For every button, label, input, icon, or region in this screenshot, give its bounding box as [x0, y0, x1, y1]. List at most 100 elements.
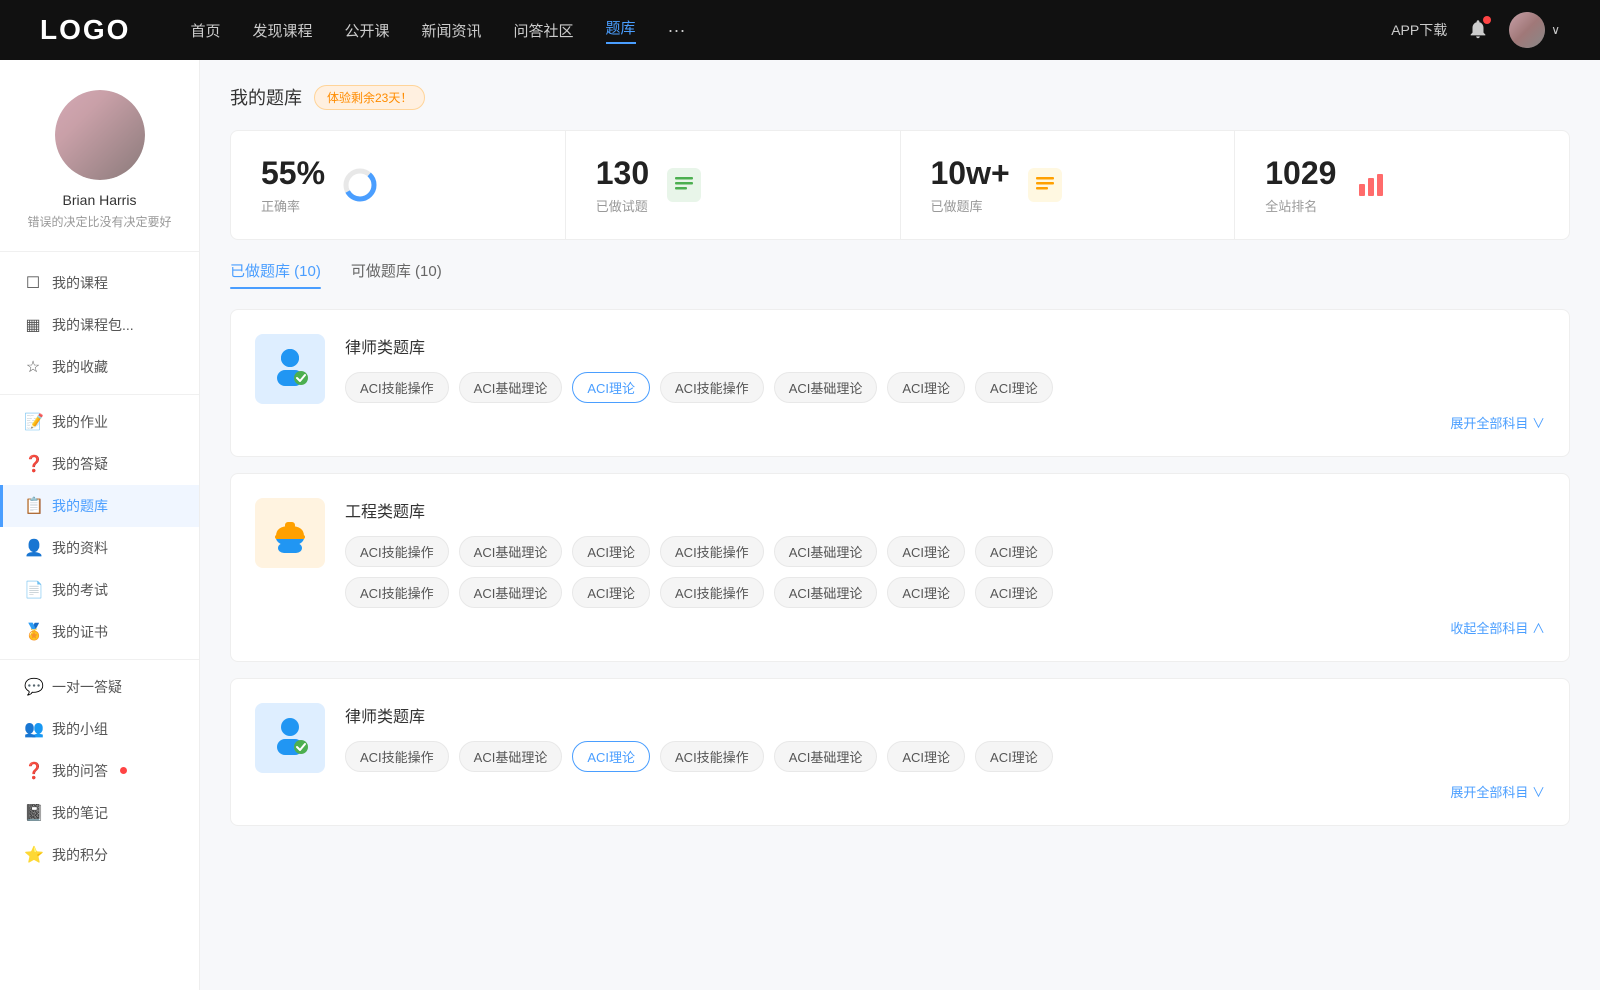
list-green-icon — [665, 166, 703, 204]
notification-bell[interactable] — [1467, 18, 1489, 43]
tag-item[interactable]: ACI技能操作 — [345, 577, 449, 608]
bank-content: 律师类题库 ACI技能操作 ACI基础理论 ACI理论 ACI技能操作 ACI基… — [345, 703, 1545, 801]
favorites-icon: ☆ — [24, 357, 42, 377]
avatar-image — [55, 90, 145, 180]
bank-card-header: 律师类题库 ACI技能操作 ACI基础理论 ACI理论 ACI技能操作 ACI基… — [255, 703, 1545, 801]
tags-row-1: ACI技能操作 ACI基础理论 ACI理论 ACI技能操作 ACI基础理论 AC… — [345, 536, 1545, 567]
sidebar-item-my-questions[interactable]: ❓ 我的答疑 — [0, 443, 199, 485]
sidebar-item-one-on-one[interactable]: 💬 一对一答疑 — [0, 666, 199, 708]
nav-news[interactable]: 新闻资讯 — [422, 20, 482, 41]
one-on-one-icon: 💬 — [24, 677, 42, 697]
main-content: 我的题库 体验剩余23天！ 55% 正确率 — [200, 60, 1600, 990]
expand-button[interactable]: 展开全部科目 ∨ — [345, 413, 1545, 432]
tag-item[interactable]: ACI技能操作 — [660, 536, 764, 567]
nav-discover[interactable]: 发现课程 — [252, 20, 312, 41]
sidebar-label: 我的课程 — [52, 273, 108, 293]
tag-item-active[interactable]: ACI理论 — [572, 372, 650, 403]
tab-available-banks[interactable]: 可做题库 (10) — [351, 260, 442, 289]
sidebar-label: 我的积分 — [52, 845, 108, 865]
sidebar-item-my-favorites[interactable]: ☆ 我的收藏 — [0, 346, 199, 388]
tag-item[interactable]: ACI基础理论 — [459, 372, 563, 403]
bank-card-lawyer-1: 律师类题库 ACI技能操作 ACI基础理论 ACI理论 ACI技能操作 ACI基… — [230, 309, 1570, 457]
tag-item[interactable]: ACI理论 — [887, 372, 965, 403]
tag-item[interactable]: ACI理论 — [975, 577, 1053, 608]
qa-icon: ❓ — [24, 761, 42, 781]
packages-icon: ▦ — [24, 315, 42, 335]
tag-item-active[interactable]: ACI理论 — [572, 741, 650, 772]
sidebar-divider — [0, 394, 199, 395]
sidebar-label: 我的题库 — [52, 496, 108, 516]
sidebar-item-my-qa[interactable]: ❓ 我的问答 — [0, 750, 199, 792]
sidebar-label: 一对一答疑 — [52, 677, 122, 697]
chevron-down-icon: ∨ — [1551, 23, 1560, 37]
tag-item[interactable]: ACI理论 — [572, 577, 650, 608]
tags-row-2: ACI技能操作 ACI基础理论 ACI理论 ACI技能操作 ACI基础理论 AC… — [345, 577, 1545, 608]
nav-opencourse[interactable]: 公开课 — [344, 20, 389, 41]
tag-item[interactable]: ACI技能操作 — [660, 372, 764, 403]
tag-item[interactable]: ACI理论 — [572, 536, 650, 567]
user-avatar-wrap[interactable]: ∨ — [1509, 12, 1560, 48]
tag-item[interactable]: ACI理论 — [975, 536, 1053, 567]
tag-item[interactable]: ACI基础理论 — [774, 372, 878, 403]
tag-item[interactable]: ACI理论 — [887, 536, 965, 567]
sidebar-label: 我的答疑 — [52, 454, 108, 474]
bank-title: 律师类题库 — [345, 703, 1545, 727]
profile-icon: 👤 — [24, 538, 42, 558]
bar-chart-rank-icon — [1352, 166, 1390, 204]
group-icon: 👥 — [24, 719, 42, 739]
tab-done-banks[interactable]: 已做题库 (10) — [230, 260, 321, 289]
sidebar-label: 我的课程包... — [52, 315, 134, 335]
sidebar-item-my-group[interactable]: 👥 我的小组 — [0, 708, 199, 750]
stat-site-rank-value: 1029 — [1265, 155, 1336, 192]
questionbank-icon: 📋 — [24, 496, 42, 516]
sidebar-item-my-points[interactable]: ⭐ 我的积分 — [0, 834, 199, 876]
tag-item[interactable]: ACI技能操作 — [345, 741, 449, 772]
logo: LOGO — [40, 14, 130, 46]
tag-item[interactable]: ACI基础理论 — [459, 577, 563, 608]
tag-item[interactable]: ACI基础理论 — [774, 536, 878, 567]
nav-questionbank[interactable]: 题库 — [606, 17, 636, 44]
trial-badge: 体验剩余23天！ — [314, 85, 425, 110]
tag-item[interactable]: ACI技能操作 — [345, 536, 449, 567]
expand-button-2[interactable]: 展开全部科目 ∨ — [345, 782, 1545, 801]
sidebar-item-my-homework[interactable]: 📝 我的作业 — [0, 401, 199, 443]
sidebar-item-my-packages[interactable]: ▦ 我的课程包... — [0, 304, 199, 346]
tag-item[interactable]: ACI技能操作 — [345, 372, 449, 403]
tag-item[interactable]: ACI理论 — [975, 741, 1053, 772]
sidebar-label: 我的问答 — [52, 761, 108, 781]
tag-item[interactable]: ACI技能操作 — [660, 741, 764, 772]
nav-home[interactable]: 首页 — [190, 20, 220, 41]
tag-item[interactable]: ACI基础理论 — [774, 741, 878, 772]
notification-dot — [1483, 16, 1491, 24]
stat-accuracy-value: 55% — [261, 155, 325, 192]
homework-icon: 📝 — [24, 412, 42, 432]
user-avatar — [1509, 12, 1545, 48]
collapse-button[interactable]: 收起全部科目 ∧ — [345, 618, 1545, 637]
tag-item[interactable]: ACI理论 — [887, 577, 965, 608]
stat-done-questions-value: 130 — [596, 155, 649, 192]
sidebar-label: 我的作业 — [52, 412, 108, 432]
sidebar-item-my-courses[interactable]: ☐ 我的课程 — [0, 262, 199, 304]
sidebar-item-my-questionbank[interactable]: 📋 我的题库 — [0, 485, 199, 527]
bank-title: 工程类题库 — [345, 498, 1545, 522]
tag-item[interactable]: ACI基础理论 — [774, 577, 878, 608]
stat-accuracy-label: 正确率 — [261, 196, 325, 215]
lawyer-bank-icon-2 — [255, 703, 325, 773]
bank-content: 律师类题库 ACI技能操作 ACI基础理论 ACI理论 ACI技能操作 ACI基… — [345, 334, 1545, 432]
bank-card-header: 律师类题库 ACI技能操作 ACI基础理论 ACI理论 ACI技能操作 ACI基… — [255, 334, 1545, 432]
sidebar-item-my-profile[interactable]: 👤 我的资料 — [0, 527, 199, 569]
tag-item[interactable]: ACI基础理论 — [459, 536, 563, 567]
bank-card-header: 工程类题库 ACI技能操作 ACI基础理论 ACI理论 ACI技能操作 ACI基… — [255, 498, 1545, 637]
tag-item[interactable]: ACI技能操作 — [660, 577, 764, 608]
nav-qa[interactable]: 问答社区 — [514, 20, 574, 41]
sidebar-item-my-exam[interactable]: 📄 我的考试 — [0, 569, 199, 611]
sidebar-item-my-notes[interactable]: 📓 我的笔记 — [0, 792, 199, 834]
tag-item[interactable]: ACI理论 — [887, 741, 965, 772]
sidebar-item-my-certificate[interactable]: 🏅 我的证书 — [0, 611, 199, 653]
nav-more[interactable]: ··· — [668, 20, 686, 41]
stats-row: 55% 正确率 130 已做试题 — [230, 130, 1570, 240]
tag-item[interactable]: ACI理论 — [975, 372, 1053, 403]
tag-item[interactable]: ACI基础理论 — [459, 741, 563, 772]
sidebar-menu: ☐ 我的课程 ▦ 我的课程包... ☆ 我的收藏 📝 我的作业 ❓ 我的答疑 📋 — [0, 262, 199, 876]
app-download-btn[interactable]: APP下载 — [1391, 20, 1447, 40]
